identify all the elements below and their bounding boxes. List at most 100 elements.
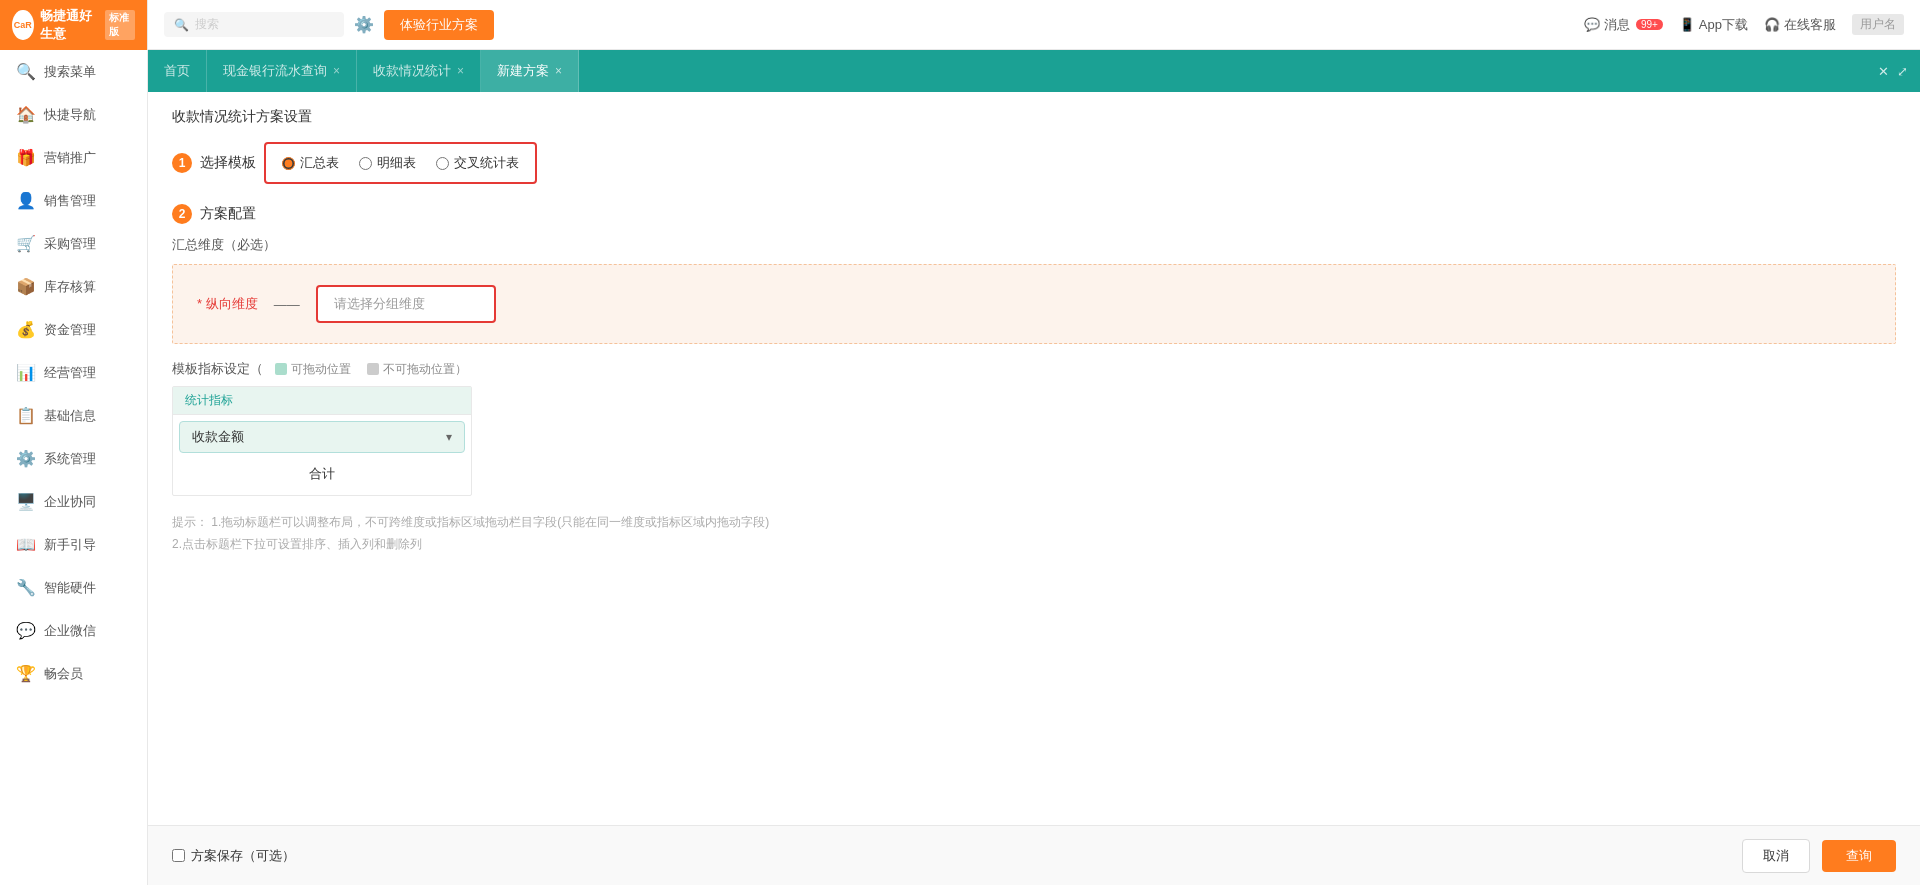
tabbar: 首页现金银行流水查询×收款情况统计×新建方案× ✕ ⤢ (148, 50, 1920, 92)
hint-draggable-dot (275, 363, 287, 375)
sidebar-item-销售管理[interactable]: 👤销售管理 (0, 179, 147, 222)
header: 🔍 搜索 ⚙️ 体验行业方案 💬 消息 99+ 📱 App下载 🎧 在线客服 用… (148, 0, 1920, 50)
hint-draggable: 可拖动位置 (275, 361, 351, 378)
header-right: 💬 消息 99+ 📱 App下载 🎧 在线客服 用户名 (1584, 14, 1904, 35)
logo-text: 畅捷通好生意 (40, 7, 96, 43)
user-info[interactable]: 用户名 (1852, 14, 1904, 35)
app-tag: 标准版 (105, 10, 135, 40)
step1-title: 选择模板 (200, 154, 256, 172)
hint-draggable-label: 可拖动位置 (291, 361, 351, 378)
hint-non-draggable-label: 不可拖动位置） (383, 361, 467, 378)
cancel-button[interactable]: 取消 (1742, 839, 1810, 873)
tab-close-icon[interactable]: × (333, 64, 340, 78)
radio-cross[interactable]: 交叉统计表 (436, 154, 519, 172)
content-inner: 收款情况统计方案设置 1 选择模板 汇总表 明细表 (148, 92, 1920, 591)
sidebar-item-企业协同[interactable]: 🖥️企业协同 (0, 480, 147, 523)
search-icon: 🔍 (174, 18, 189, 32)
dimension-row: * 纵向维度 —— 请选择分组维度 (197, 285, 1871, 323)
metrics-hint: 可拖动位置 不可拖动位置） (275, 361, 467, 378)
sidebar-item-畅会员[interactable]: 🏆畅会员 (0, 652, 147, 695)
service-icon: 🎧 (1764, 17, 1780, 32)
sidebar-item-营销推广[interactable]: 🎁营销推广 (0, 136, 147, 179)
confirm-button[interactable]: 查询 (1822, 840, 1896, 872)
save-checkbox[interactable] (172, 849, 185, 862)
logo-icon: CaR (12, 10, 34, 40)
sidebar-item-企业微信[interactable]: 💬企业微信 (0, 609, 147, 652)
search-bar[interactable]: 🔍 搜索 (164, 12, 344, 37)
radio-detail[interactable]: 明细表 (359, 154, 416, 172)
sidebar-nav: 🔍搜索菜单🏠快捷导航🎁营销推广👤销售管理🛒采购管理📦库存核算💰资金管理📊经营管理… (0, 50, 147, 695)
step1-header: 1 选择模板 汇总表 明细表 交叉统计表 (172, 142, 1896, 184)
sidebar-item-新手引导[interactable]: 📖新手引导 (0, 523, 147, 566)
dimension-row-label: * 纵向维度 (197, 295, 258, 313)
download-icon: 📱 (1679, 17, 1695, 32)
metric-total: 合计 (179, 459, 465, 489)
tabs-container: 首页现金银行流水查询×收款情况统计×新建方案× (148, 50, 579, 92)
logo-abbr: CaR (14, 20, 32, 30)
sidebar-item-采购管理[interactable]: 🛒采购管理 (0, 222, 147, 265)
tab-现金银行流水查询[interactable]: 现金银行流水查询× (207, 50, 357, 92)
radio-cross-input[interactable] (436, 157, 449, 170)
service-item[interactable]: 🎧 在线客服 (1764, 16, 1836, 34)
search-placeholder: 搜索 (195, 16, 219, 33)
metric-chip-label: 收款金额 (192, 428, 244, 446)
sidebar-item-系统管理[interactable]: ⚙️系统管理 (0, 437, 147, 480)
message-label: 消息 (1604, 16, 1630, 34)
maximize-icon[interactable]: ⤢ (1897, 64, 1908, 79)
user-name: 用户名 (1852, 14, 1904, 35)
radio-detail-label: 明细表 (377, 154, 416, 172)
footer: 方案保存（可选） 取消 查询 (148, 825, 1920, 885)
metric-chip-dropdown-icon[interactable]: ▾ (446, 430, 452, 444)
main-area: 🔍 搜索 ⚙️ 体验行业方案 💬 消息 99+ 📱 App下载 🎧 在线客服 用… (148, 0, 1920, 885)
industry-btn[interactable]: 体验行业方案 (384, 10, 494, 40)
sidebar-item-资金管理[interactable]: 💰资金管理 (0, 308, 147, 351)
header-left: 🔍 搜索 ⚙️ 体验行业方案 (164, 10, 494, 40)
metrics-section: 模板指标设定（ 可拖动位置 不可拖动位置） (172, 360, 1896, 496)
sidebar-item-库存核算[interactable]: 📦库存核算 (0, 265, 147, 308)
sidebar-item-快捷导航[interactable]: 🏠快捷导航 (0, 93, 147, 136)
tabbar-actions: ✕ ⤢ (1866, 50, 1920, 92)
download-item[interactable]: 📱 App下载 (1679, 16, 1748, 34)
tab-收款情况统计[interactable]: 收款情况统计× (357, 50, 481, 92)
tab-close-icon[interactable]: × (555, 64, 562, 78)
gear-icon[interactable]: ⚙️ (354, 15, 374, 34)
radio-summary-input[interactable] (282, 157, 295, 170)
message-badge: 99+ (1636, 19, 1663, 30)
hint-non-draggable-dot (367, 363, 379, 375)
hint-non-draggable: 不可拖动位置） (367, 361, 467, 378)
sidebar-logo: CaR 畅捷通好生意 标准版 (0, 0, 147, 50)
tab-首页[interactable]: 首页 (148, 50, 207, 92)
step2-section: 2 方案配置 汇总维度（必选） * 纵向维度 —— 请选择分组维度 (172, 204, 1896, 555)
tab-新建方案[interactable]: 新建方案× (481, 50, 579, 92)
save-label: 方案保存（可选） (191, 847, 295, 865)
step2-title: 方案配置 (200, 205, 256, 223)
metrics-section-header: 统计指标 (173, 387, 471, 415)
dimension-input[interactable]: 请选择分组维度 (316, 285, 496, 323)
sidebar-item-搜索菜单[interactable]: 🔍搜索菜单 (0, 50, 147, 93)
sidebar: CaR 畅捷通好生意 标准版 🔍搜索菜单🏠快捷导航🎁营销推广👤销售管理🛒采购管理… (0, 0, 148, 885)
metrics-label: 模板指标设定（ 可拖动位置 不可拖动位置） (172, 360, 1896, 378)
sidebar-item-经营管理[interactable]: 📊经营管理 (0, 351, 147, 394)
sidebar-item-智能硬件[interactable]: 🔧智能硬件 (0, 566, 147, 609)
message-item[interactable]: 💬 消息 99+ (1584, 16, 1663, 34)
tab-close-icon[interactable]: × (457, 64, 464, 78)
radio-summary-label: 汇总表 (300, 154, 339, 172)
tips-area: 提示： 1.拖动标题栏可以调整布局，不可跨维度或指标区域拖动栏目字段(只能在同一… (172, 512, 1896, 555)
service-label: 在线客服 (1784, 16, 1836, 34)
metrics-table: 统计指标 收款金额 ▾ 合计 (172, 386, 472, 496)
dimension-arrow: —— (274, 297, 300, 312)
save-checkbox-label[interactable]: 方案保存（可选） (172, 847, 295, 865)
radio-summary[interactable]: 汇总表 (282, 154, 339, 172)
dimension-title: 汇总维度（必选） (172, 236, 1896, 254)
radio-detail-input[interactable] (359, 157, 372, 170)
dimension-area: * 纵向维度 —— 请选择分组维度 (172, 264, 1896, 344)
step2-header: 2 方案配置 (172, 204, 1896, 224)
tip-2: 2.点击标题栏下拉可设置排序、插入列和删除列 (172, 534, 1896, 556)
metric-chip-payment[interactable]: 收款金额 ▾ (179, 421, 465, 453)
close-all-icon[interactable]: ✕ (1878, 64, 1889, 79)
message-icon: 💬 (1584, 17, 1600, 32)
dimension-section: 汇总维度（必选） * 纵向维度 —— 请选择分组维度 (172, 236, 1896, 344)
sidebar-item-基础信息[interactable]: 📋基础信息 (0, 394, 147, 437)
download-label: App下载 (1699, 16, 1748, 34)
step1-section: 1 选择模板 汇总表 明细表 交叉统计表 (172, 142, 1896, 184)
